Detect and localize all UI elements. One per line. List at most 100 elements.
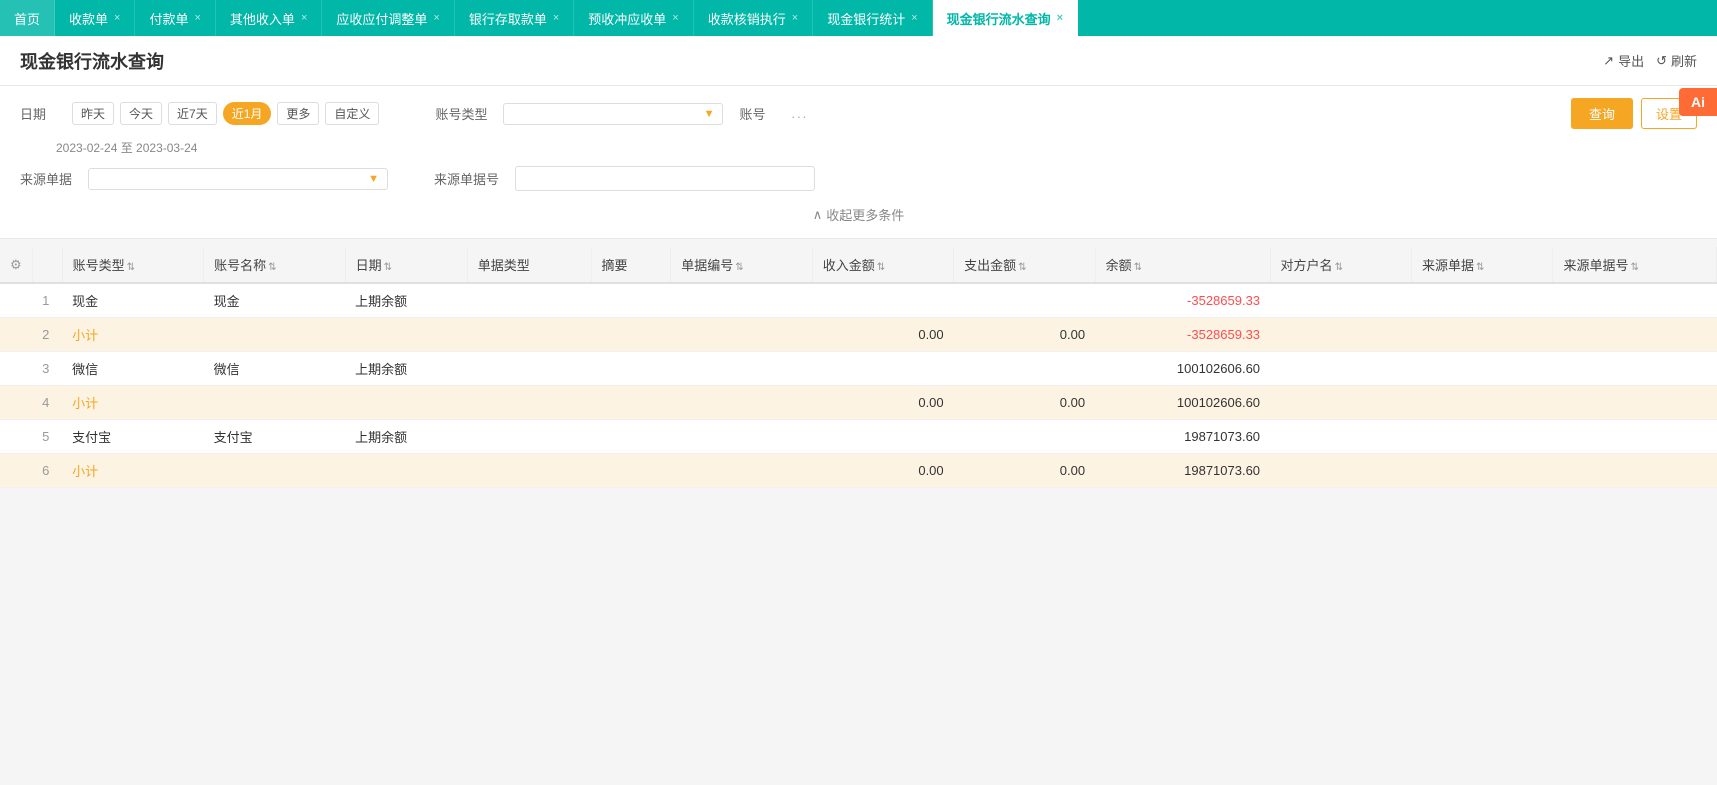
th-expense[interactable]: 支出金额⇅ — [954, 247, 1095, 283]
account-type-select[interactable]: ▼ — [503, 103, 723, 125]
nav-close-icon[interactable]: × — [194, 12, 200, 24]
th-account_name[interactable]: 账号名称⇅ — [204, 247, 345, 283]
th-income[interactable]: 收入金额⇅ — [812, 247, 953, 283]
row-doc-type — [467, 420, 591, 454]
source-doc-select[interactable]: ▼ — [88, 168, 388, 190]
nav-close-icon[interactable]: × — [553, 12, 559, 24]
th-date[interactable]: 日期⇅ — [345, 247, 467, 283]
nav-item-银行存取款单[interactable]: 银行存取款单× — [455, 0, 574, 36]
row-counterparty — [1270, 318, 1411, 352]
table-row: 1现金现金上期余额-3528659.33 — [0, 283, 1717, 318]
row-date: 上期余额 — [345, 420, 467, 454]
th-counterparty[interactable]: 对方户名⇅ — [1270, 247, 1411, 283]
row-balance: 19871073.60 — [1095, 420, 1270, 454]
row-doc-type — [467, 352, 591, 386]
top-nav: 首页收款单×付款单×其他收入单×应收应付调整单×银行存取款单×预收冲应收单×收款… — [0, 0, 1717, 36]
row-index: 4 — [32, 386, 62, 420]
nav-close-icon[interactable]: × — [792, 12, 798, 24]
row-source-doc-no — [1553, 454, 1717, 488]
row-index: 1 — [32, 283, 62, 318]
page-header: 现金银行流水查询 ↗ 导出 ↺ 刷新 — [0, 36, 1717, 86]
nav-close-icon[interactable]: × — [114, 12, 120, 24]
date-btn-更多[interactable]: 更多 — [277, 102, 319, 125]
row-doc-type — [467, 283, 591, 318]
th-source_doc[interactable]: 来源单据⇅ — [1412, 247, 1553, 283]
row-summary — [591, 283, 671, 318]
nav-close-icon[interactable]: × — [672, 12, 678, 24]
row-expense — [954, 352, 1095, 386]
row-source-doc — [1412, 420, 1553, 454]
refresh-button[interactable]: ↺ 刷新 — [1656, 51, 1697, 70]
row-balance: -3528659.33 — [1095, 318, 1270, 352]
nav-close-icon[interactable]: × — [301, 12, 307, 24]
date-buttons: 昨天今天近7天近1月更多自定义 — [72, 102, 379, 125]
filter-bar: 日期 昨天今天近7天近1月更多自定义 账号类型 ▼ 账号 ... 查询 设置 2… — [0, 86, 1717, 239]
nav-item-应收应付调整单[interactable]: 应收应付调整单× — [322, 0, 454, 36]
row-balance: 19871073.60 — [1095, 454, 1270, 488]
date-btn-近7天[interactable]: 近7天 — [168, 102, 217, 125]
row-expense: 0.00 — [954, 386, 1095, 420]
row-account-name: 现金 — [204, 283, 345, 318]
date-btn-昨天[interactable]: 昨天 — [72, 102, 114, 125]
row-doc-no — [671, 454, 812, 488]
account-type-arrow: ▼ — [704, 108, 715, 120]
table-row: 6小计0.000.0019871073.60 — [0, 454, 1717, 488]
table-body: 1现金现金上期余额-3528659.332小计0.000.00-3528659.… — [0, 283, 1717, 488]
date-btn-近1月[interactable]: 近1月 — [223, 102, 272, 125]
th-account_type[interactable]: 账号类型⇅ — [62, 247, 203, 283]
date-range-text: 2023-02-24 至 2023-03-24 — [56, 139, 1697, 156]
th-doc_type: 单据类型 — [467, 247, 591, 283]
row-source-doc-no — [1553, 283, 1717, 318]
nav-close-icon[interactable]: × — [433, 12, 439, 24]
sort-icon: ⇅ — [127, 262, 135, 273]
query-button[interactable]: 查询 — [1571, 98, 1633, 129]
row-date — [345, 386, 467, 420]
nav-item-现金银行统计[interactable]: 现金银行统计× — [813, 0, 932, 36]
row-income: 0.00 — [812, 386, 953, 420]
row-account-name — [204, 318, 345, 352]
row-doc-no — [671, 352, 812, 386]
row-source-doc — [1412, 283, 1553, 318]
row-account-type: 小计 — [62, 454, 203, 488]
nav-item-首页[interactable]: 首页 — [0, 0, 55, 36]
account-dots-button[interactable]: ... — [791, 106, 808, 121]
nav-item-付款单[interactable]: 付款单× — [135, 0, 215, 36]
sort-icon: ⇅ — [268, 262, 276, 273]
nav-close-icon[interactable]: × — [911, 12, 917, 24]
row-doc-type — [467, 386, 591, 420]
nav-item-收款单[interactable]: 收款单× — [55, 0, 135, 36]
row-counterparty — [1270, 454, 1411, 488]
th-source_doc_no[interactable]: 来源单据号⇅ — [1553, 247, 1717, 283]
table-container: ⚙账号类型⇅账号名称⇅日期⇅单据类型摘要单据编号⇅收入金额⇅支出金额⇅余额⇅对方… — [0, 247, 1717, 488]
row-account-type: 小计 — [62, 386, 203, 420]
header-row: ⚙账号类型⇅账号名称⇅日期⇅单据类型摘要单据编号⇅收入金额⇅支出金额⇅余额⇅对方… — [0, 247, 1717, 283]
row-gear-cell — [0, 386, 32, 420]
row-balance: 100102606.60 — [1095, 352, 1270, 386]
nav-item-现金银行流水查询[interactable]: 现金银行流水查询× — [933, 0, 1078, 36]
nav-item-预收冲应收单[interactable]: 预收冲应收单× — [574, 0, 693, 36]
collapse-button[interactable]: ∧ 收起更多条件 — [20, 201, 1697, 230]
row-source-doc — [1412, 454, 1553, 488]
sort-icon: ⇅ — [1630, 262, 1638, 273]
date-btn-自定义[interactable]: 自定义 — [325, 102, 379, 125]
source-doc-no-label: 来源单据号 — [434, 169, 499, 188]
nav-item-其他收入单[interactable]: 其他收入单× — [216, 0, 322, 36]
row-source-doc-no — [1553, 318, 1717, 352]
row-income — [812, 352, 953, 386]
date-filter-label: 日期 — [20, 104, 56, 123]
row-doc-no — [671, 386, 812, 420]
row-summary — [591, 318, 671, 352]
row-index: 5 — [32, 420, 62, 454]
nav-close-icon[interactable]: × — [1057, 12, 1063, 24]
export-button[interactable]: ↗ 导出 — [1603, 51, 1644, 70]
th-doc_no[interactable]: 单据编号⇅ — [671, 247, 812, 283]
source-doc-no-input[interactable] — [515, 166, 815, 191]
th-index — [32, 247, 62, 283]
collapse-arrow-icon: ∧ — [813, 207, 823, 223]
date-btn-今天[interactable]: 今天 — [120, 102, 162, 125]
gear-icon[interactable]: ⚙ — [10, 257, 22, 272]
ai-assistant-badge[interactable]: Ai — [1679, 88, 1717, 116]
nav-item-收款核销执行[interactable]: 收款核销执行× — [694, 0, 813, 36]
th-balance[interactable]: 余额⇅ — [1095, 247, 1270, 283]
row-summary — [591, 352, 671, 386]
